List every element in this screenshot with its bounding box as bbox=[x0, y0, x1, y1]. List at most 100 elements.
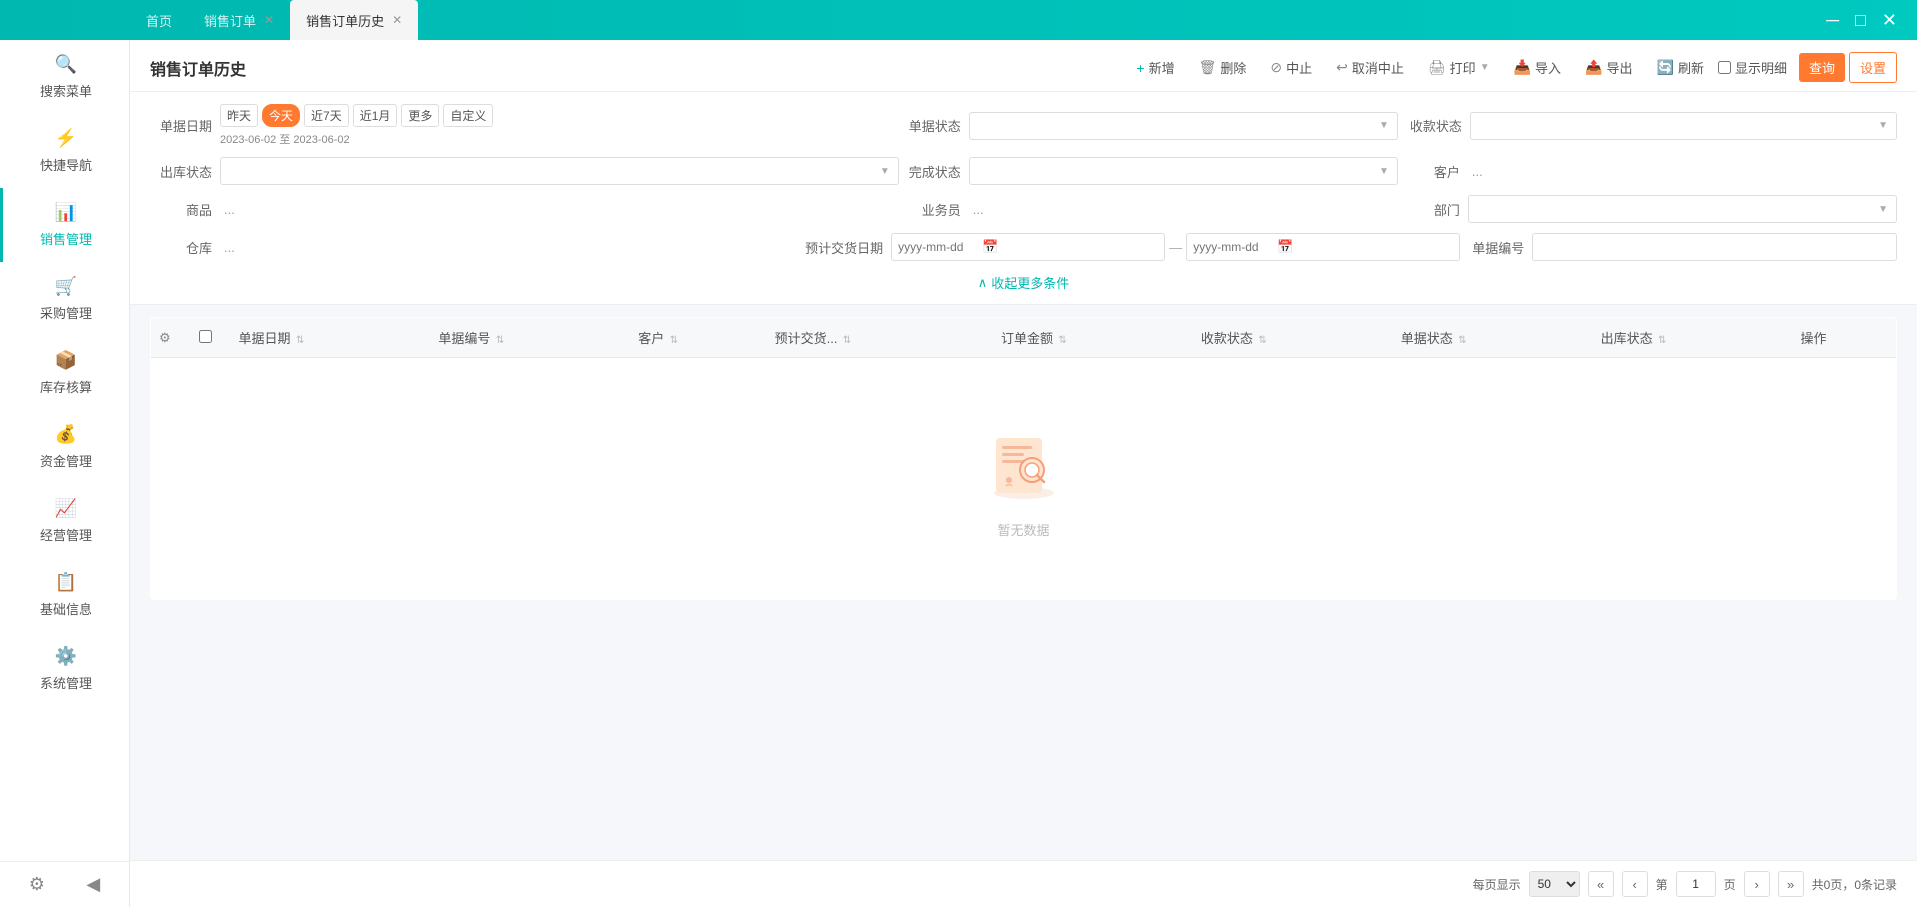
sidebar-collapse-icon[interactable]: ◀ bbox=[86, 874, 100, 895]
sidebar-item-sales-mgmt[interactable]: 📊 销售管理 bbox=[0, 188, 129, 262]
shipment-status-select[interactable]: ▼ bbox=[220, 157, 899, 185]
salesperson-picker[interactable]: ... bbox=[969, 202, 988, 217]
query-button[interactable]: 查询 bbox=[1799, 53, 1845, 82]
sidebar-settings-icon[interactable]: ⚙ bbox=[29, 874, 45, 895]
date-range-text: 2023-06-02 至 2023-06-02 bbox=[220, 131, 493, 147]
payment-status-label: 收款状态 bbox=[1398, 116, 1470, 135]
complete-status-select[interactable]: ▼ bbox=[969, 157, 1398, 185]
filter-complete-status: 完成状态 ▼ bbox=[899, 157, 1398, 185]
delete-button[interactable]: 🗑 删除 bbox=[1189, 53, 1257, 82]
empty-row: 暂无数据 bbox=[151, 358, 1897, 600]
filter-product: 商品 ... bbox=[150, 200, 899, 219]
filter-row-3: 商品 ... 业务员 ... 部门 ▼ bbox=[150, 195, 1897, 223]
warehouse-picker[interactable]: ... bbox=[220, 240, 239, 255]
customer-label: 客户 bbox=[1398, 162, 1468, 181]
customer-picker[interactable]: ... bbox=[1468, 164, 1487, 179]
filter-warehouse: 仓库 ... bbox=[150, 238, 805, 257]
window-maximize-icon[interactable]: □ bbox=[1851, 6, 1870, 35]
th-amount: 订单金额 ⇅ bbox=[993, 318, 1193, 358]
import-button[interactable]: 📥 导入 bbox=[1504, 53, 1571, 82]
chevron-down-icon3: ▼ bbox=[880, 166, 890, 177]
tab-sales-order[interactable]: 销售订单 ✕ bbox=[188, 0, 290, 40]
refresh-button[interactable]: 🔄 刷新 bbox=[1647, 53, 1714, 82]
print-icon: 🖨 bbox=[1428, 59, 1446, 76]
collapse-row[interactable]: ∧ 收起更多条件 bbox=[150, 273, 1897, 292]
sort-amount-icon[interactable]: ⇅ bbox=[1058, 335, 1066, 346]
delete-icon: 🗑 bbox=[1199, 59, 1217, 76]
print-button[interactable]: 🖨 打印 ▼ bbox=[1418, 53, 1500, 82]
order-status-select[interactable]: ▼ bbox=[969, 112, 1398, 140]
date-btn-7days[interactable]: 近7天 bbox=[304, 104, 349, 127]
delivery-date-from-input[interactable] bbox=[898, 240, 978, 254]
th-date: 单据日期 ⇅ bbox=[231, 318, 431, 358]
date-btn-1month[interactable]: 近1月 bbox=[353, 104, 398, 127]
basic-info-icon: 📋 bbox=[55, 572, 77, 593]
cancel-stop-button[interactable]: ↩ 取消中止 bbox=[1326, 53, 1414, 82]
sidebar-item-finance-mgmt[interactable]: 💰 资金管理 bbox=[0, 410, 129, 484]
export-button[interactable]: 📤 导出 bbox=[1575, 53, 1642, 82]
sort-order-status-icon[interactable]: ⇅ bbox=[1458, 335, 1466, 346]
next-page-button[interactable]: › bbox=[1744, 871, 1770, 897]
settings-button[interactable]: 设置 bbox=[1849, 52, 1897, 83]
product-picker[interactable]: ... bbox=[220, 202, 239, 217]
last-page-button[interactable]: » bbox=[1778, 871, 1804, 897]
sidebar-item-search-menu[interactable]: 🔍 搜索菜单 bbox=[0, 40, 129, 114]
close-tab-sales-order-history[interactable]: ✕ bbox=[392, 13, 402, 27]
first-page-button[interactable]: « bbox=[1588, 871, 1614, 897]
sidebar-item-system-mgmt[interactable]: ⚙️ 系统管理 bbox=[0, 632, 129, 706]
close-tab-sales-order[interactable]: ✕ bbox=[264, 13, 274, 27]
sort-customer-icon[interactable]: ⇅ bbox=[670, 335, 678, 346]
delivery-date-to-input[interactable] bbox=[1193, 240, 1273, 254]
filter-payment-status: 收款状态 ▼ bbox=[1398, 112, 1897, 140]
per-page-label: 每页显示 bbox=[1473, 876, 1521, 893]
sidebar-item-basic-info[interactable]: 📋 基础信息 bbox=[0, 558, 129, 632]
tab-sales-order-history[interactable]: 销售订单历史 ✕ bbox=[290, 0, 418, 40]
filter-area: 单据日期 昨天 今天 近7天 近1月 更多 自定义 2023-06-02 bbox=[130, 92, 1917, 305]
calendar-from-icon[interactable]: 📅 bbox=[982, 239, 998, 255]
sidebar-item-quick-nav[interactable]: ⚡ 快捷导航 bbox=[0, 114, 129, 188]
date-btn-yesterday[interactable]: 昨天 bbox=[220, 104, 258, 127]
filter-row-2: 出库状态 ▼ 完成状态 ▼ 客户 ... bbox=[150, 157, 1897, 185]
page-header: 销售订单历史 + 新增 🗑 删除 ⊘ 中止 ↩ 取消中止 bbox=[130, 40, 1917, 92]
chevron-down-icon: ▼ bbox=[1379, 120, 1389, 131]
search-menu-icon: 🔍 bbox=[55, 54, 77, 75]
new-button[interactable]: + 新增 bbox=[1126, 53, 1184, 82]
pagination-total-info: 共0页，0条记录 bbox=[1812, 876, 1897, 893]
window-close-icon[interactable]: ✕ bbox=[1878, 6, 1901, 35]
refresh-icon: 🔄 bbox=[1657, 59, 1674, 76]
dept-select[interactable]: ▼ bbox=[1468, 195, 1897, 223]
th-shipment-status: 出库状态 ⇅ bbox=[1593, 318, 1793, 358]
sales-mgmt-icon: 📊 bbox=[55, 202, 77, 223]
order-no-input[interactable] bbox=[1532, 233, 1897, 261]
sort-no-icon[interactable]: ⇅ bbox=[496, 335, 504, 346]
sort-shipment-status-icon[interactable]: ⇅ bbox=[1658, 335, 1666, 346]
filter-date: 单据日期 昨天 今天 近7天 近1月 更多 自定义 2023-06-02 bbox=[150, 104, 899, 147]
page-suffix: 页 bbox=[1724, 876, 1736, 893]
cancel-stop-icon: ↩ bbox=[1336, 59, 1348, 76]
payment-status-select[interactable]: ▼ bbox=[1470, 112, 1897, 140]
page-number-input[interactable] bbox=[1676, 871, 1716, 897]
table-settings-icon[interactable]: ⚙ bbox=[159, 330, 171, 345]
pagination: 每页显示 50 10 20 100 « ‹ 第 页 › » 共0页，0条记录 bbox=[130, 860, 1917, 907]
sidebar-item-operations-mgmt[interactable]: 📈 经营管理 bbox=[0, 484, 129, 558]
per-page-select[interactable]: 50 10 20 100 bbox=[1529, 871, 1580, 897]
collapse-chevron-icon: ∧ bbox=[978, 275, 988, 291]
calendar-to-icon[interactable]: 📅 bbox=[1277, 239, 1293, 255]
sidebar-item-purchase-mgmt[interactable]: 🛒 采购管理 bbox=[0, 262, 129, 336]
date-btn-more[interactable]: 更多 bbox=[401, 104, 439, 127]
stop-icon: ⊘ bbox=[1270, 59, 1282, 76]
sort-delivery-icon[interactable]: ⇅ bbox=[843, 335, 851, 346]
tab-home[interactable]: 首页 bbox=[130, 0, 188, 40]
date-btn-custom[interactable]: 自定义 bbox=[443, 104, 493, 127]
display-toggle-checkbox[interactable] bbox=[1718, 61, 1731, 74]
sort-date-icon[interactable]: ⇅ bbox=[296, 335, 304, 346]
sort-payment-status-icon[interactable]: ⇅ bbox=[1258, 335, 1266, 346]
date-btn-today[interactable]: 今天 bbox=[262, 104, 300, 127]
stop-button[interactable]: ⊘ 中止 bbox=[1260, 53, 1322, 82]
prev-page-button[interactable]: ‹ bbox=[1622, 871, 1648, 897]
chevron-down-icon5: ▼ bbox=[1878, 204, 1888, 215]
filter-row-1: 单据日期 昨天 今天 近7天 近1月 更多 自定义 2023-06-02 bbox=[150, 104, 1897, 147]
sidebar-item-inventory-check[interactable]: 📦 库存核算 bbox=[0, 336, 129, 410]
window-minimize-icon[interactable]: ─ bbox=[1822, 6, 1843, 35]
select-all-checkbox[interactable] bbox=[199, 330, 212, 343]
